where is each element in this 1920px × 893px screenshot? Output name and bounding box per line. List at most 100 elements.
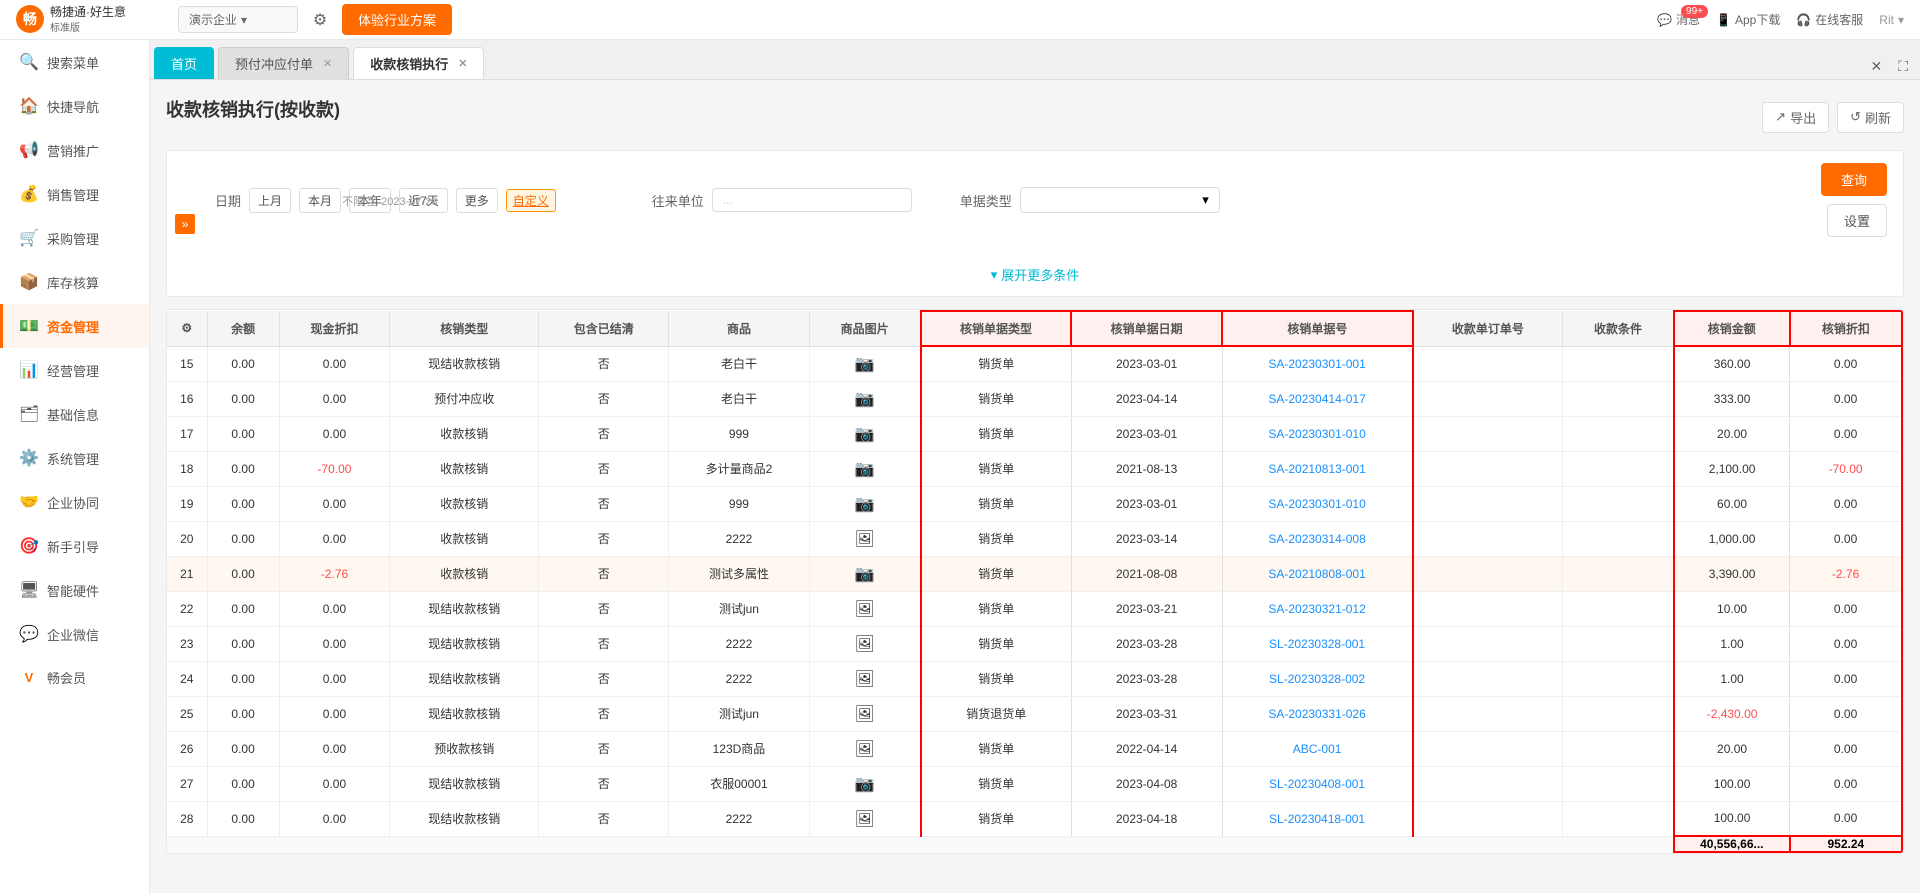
export-button[interactable]: ↗ 导出 bbox=[1762, 102, 1829, 133]
cell-doc-date: 2021-08-08 bbox=[1071, 556, 1222, 591]
cell-condition bbox=[1563, 731, 1674, 766]
cell-goods: 2222 bbox=[669, 521, 810, 556]
cell-discount: 0.00 bbox=[1790, 486, 1902, 521]
cell-amount: -2,430.00 bbox=[1674, 696, 1790, 731]
cell-doc-date: 2023-03-01 bbox=[1071, 416, 1222, 451]
close-window-icon[interactable]: ✕ bbox=[1866, 54, 1886, 79]
sidebar-item-marketing[interactable]: 📢 营销推广 bbox=[0, 128, 149, 172]
settings-button[interactable]: 设置 bbox=[1827, 204, 1887, 237]
cell-doc-type: 销货单 bbox=[921, 731, 1072, 766]
date-filter-group: 日期 上月 本月 本年 近7天 更多 自定义 不限 至 2023-07-26 bbox=[215, 188, 556, 213]
maximize-icon[interactable]: ⛶ bbox=[1894, 54, 1912, 79]
tab-collection[interactable]: 收款核销执行 ✕ bbox=[353, 47, 484, 79]
sidebar-label-operations: 经营管理 bbox=[47, 361, 99, 380]
cell-order-no bbox=[1413, 556, 1563, 591]
record-type-selector[interactable]: ▾ bbox=[1020, 187, 1220, 213]
cell-goods: 999 bbox=[669, 416, 810, 451]
table-row: 20 0.00 0.00 收款核销 否 2222 🖼 销货单 2023-03-1… bbox=[167, 521, 1902, 556]
sidebar-label-finance: 资金管理 bbox=[47, 317, 99, 336]
marketing-icon: 📢 bbox=[19, 140, 39, 160]
tab-prepay[interactable]: 预付冲应付单 ✕ bbox=[218, 47, 349, 79]
cell-doc-no[interactable]: SL-20230418-001 bbox=[1222, 801, 1413, 836]
th-doc-no: 核销单据号 bbox=[1222, 311, 1413, 346]
sidebar-item-finance[interactable]: 💵 资金管理 bbox=[0, 304, 149, 348]
sidebar-item-inventory[interactable]: 📦 库存核算 bbox=[0, 260, 149, 304]
cell-type: 收款核销 bbox=[390, 416, 539, 451]
operations-icon: 📊 bbox=[19, 360, 39, 380]
date-more[interactable]: 更多 bbox=[456, 188, 498, 213]
online-service-button[interactable]: 🎧 在线客服 bbox=[1796, 11, 1863, 28]
totals-label bbox=[167, 836, 1674, 852]
sidebar-item-purchase[interactable]: 🛒 采购管理 bbox=[0, 216, 149, 260]
date-this-month[interactable]: 本月 bbox=[299, 188, 341, 213]
sidebar-item-operations[interactable]: 📊 经营管理 bbox=[0, 348, 149, 392]
unit-input[interactable]: ... bbox=[712, 188, 912, 212]
tab-prepay-close[interactable]: ✕ bbox=[323, 57, 332, 70]
cell-amount: 20.00 bbox=[1674, 731, 1790, 766]
filter-expand-button[interactable]: » bbox=[175, 214, 195, 234]
settings-icon[interactable]: ⚙ bbox=[306, 6, 334, 34]
cell-no: 27 bbox=[167, 766, 207, 801]
cell-condition bbox=[1563, 486, 1674, 521]
cell-doc-no[interactable]: SL-20230328-001 bbox=[1222, 626, 1413, 661]
cell-doc-no[interactable]: SA-20230301-010 bbox=[1222, 486, 1413, 521]
expand-more-button[interactable]: ▾ 展开更多条件 bbox=[991, 265, 1080, 284]
sidebar-label-guide: 新手引导 bbox=[47, 537, 99, 556]
cell-cash-discount: 0.00 bbox=[279, 591, 390, 626]
app-download-button[interactable]: 📱 App下载 bbox=[1716, 11, 1780, 28]
cell-doc-no[interactable]: ABC-001 bbox=[1222, 731, 1413, 766]
cell-doc-no[interactable]: SA-20210808-001 bbox=[1222, 556, 1413, 591]
cell-doc-no[interactable]: SA-20230301-010 bbox=[1222, 416, 1413, 451]
table-wrapper[interactable]: ⚙ 余额 现金折扣 核销类型 包含已结清 商品 商品图片 核销单据类型 核销单据… bbox=[167, 310, 1903, 853]
table-row: 24 0.00 0.00 现结收款核销 否 2222 🖼 销货单 2023-03… bbox=[167, 661, 1902, 696]
date-custom[interactable]: 自定义 bbox=[506, 189, 556, 212]
sidebar-label-enterprise: 企业协同 bbox=[47, 493, 99, 512]
notification-button[interactable]: 💬 消息 99+ bbox=[1657, 11, 1700, 28]
cell-doc-no[interactable]: SA-20230321-012 bbox=[1222, 591, 1413, 626]
cell-goods: 测试jun bbox=[669, 696, 810, 731]
cell-cash-discount: 0.00 bbox=[279, 801, 390, 836]
tab-home-label: 首页 bbox=[171, 54, 197, 73]
cell-cash-discount: 0.00 bbox=[279, 766, 390, 801]
cell-order-no bbox=[1413, 451, 1563, 486]
sidebar-item-wechat[interactable]: 💬 企业微信 bbox=[0, 612, 149, 656]
sidebar-item-guide[interactable]: 🎯 新手引导 bbox=[0, 524, 149, 568]
sidebar-item-vip[interactable]: V 畅会员 bbox=[0, 656, 149, 699]
cell-doc-no[interactable]: SA-20210813-001 bbox=[1222, 451, 1413, 486]
sidebar-item-basic[interactable]: 🗂 基础信息 bbox=[0, 392, 149, 436]
chevron-down-icon4: ▾ bbox=[991, 267, 998, 283]
cell-doc-no[interactable]: SL-20230408-001 bbox=[1222, 766, 1413, 801]
table-row: 25 0.00 0.00 现结收款核销 否 测试jun 🖼 销货退货单 2023… bbox=[167, 696, 1902, 731]
query-button[interactable]: 查询 bbox=[1821, 163, 1887, 196]
sidebar-item-system[interactable]: ⚙️ 系统管理 bbox=[0, 436, 149, 480]
company-selector[interactable]: 演示企业 ▾ bbox=[178, 6, 298, 33]
refresh-button[interactable]: ↺ 刷新 bbox=[1837, 102, 1904, 133]
cell-doc-type: 销货单 bbox=[921, 381, 1072, 416]
sidebar-item-sales[interactable]: 💰 销售管理 bbox=[0, 172, 149, 216]
sidebar-item-enterprise[interactable]: 🤝 企业协同 bbox=[0, 480, 149, 524]
sidebar-item-search[interactable]: 🔍 搜索菜单 bbox=[0, 40, 149, 84]
cell-discount: 0.00 bbox=[1790, 731, 1902, 766]
cell-condition bbox=[1563, 801, 1674, 836]
cell-amount: 1.00 bbox=[1674, 626, 1790, 661]
cell-doc-no[interactable]: SA-20230314-008 bbox=[1222, 521, 1413, 556]
th-gear[interactable]: ⚙ bbox=[167, 311, 207, 346]
cell-doc-no[interactable]: SL-20230328-002 bbox=[1222, 661, 1413, 696]
tab-collection-close[interactable]: ✕ bbox=[458, 57, 467, 70]
sidebar-item-hardware[interactable]: 🖥 智能硬件 bbox=[0, 568, 149, 612]
date-last-month[interactable]: 上月 bbox=[249, 188, 291, 213]
chat-icon: 💬 bbox=[1657, 13, 1672, 27]
cell-doc-no[interactable]: SA-20230301-001 bbox=[1222, 346, 1413, 381]
trial-button[interactable]: 体验行业方案 bbox=[342, 4, 452, 35]
cell-doc-date: 2022-04-14 bbox=[1071, 731, 1222, 766]
tab-home[interactable]: 首页 bbox=[154, 47, 214, 79]
cell-goods: 123D商品 bbox=[669, 731, 810, 766]
cell-amount: 60.00 bbox=[1674, 486, 1790, 521]
cell-doc-no[interactable]: SA-20230414-017 bbox=[1222, 381, 1413, 416]
cell-discount: 0.00 bbox=[1790, 661, 1902, 696]
user-info[interactable]: Rit ▾ bbox=[1879, 13, 1904, 27]
cell-discount: 0.00 bbox=[1790, 801, 1902, 836]
cell-cash-discount: 0.00 bbox=[279, 661, 390, 696]
cell-doc-no[interactable]: SA-20230331-026 bbox=[1222, 696, 1413, 731]
sidebar-item-quicknav[interactable]: 🏠 快捷导航 bbox=[0, 84, 149, 128]
